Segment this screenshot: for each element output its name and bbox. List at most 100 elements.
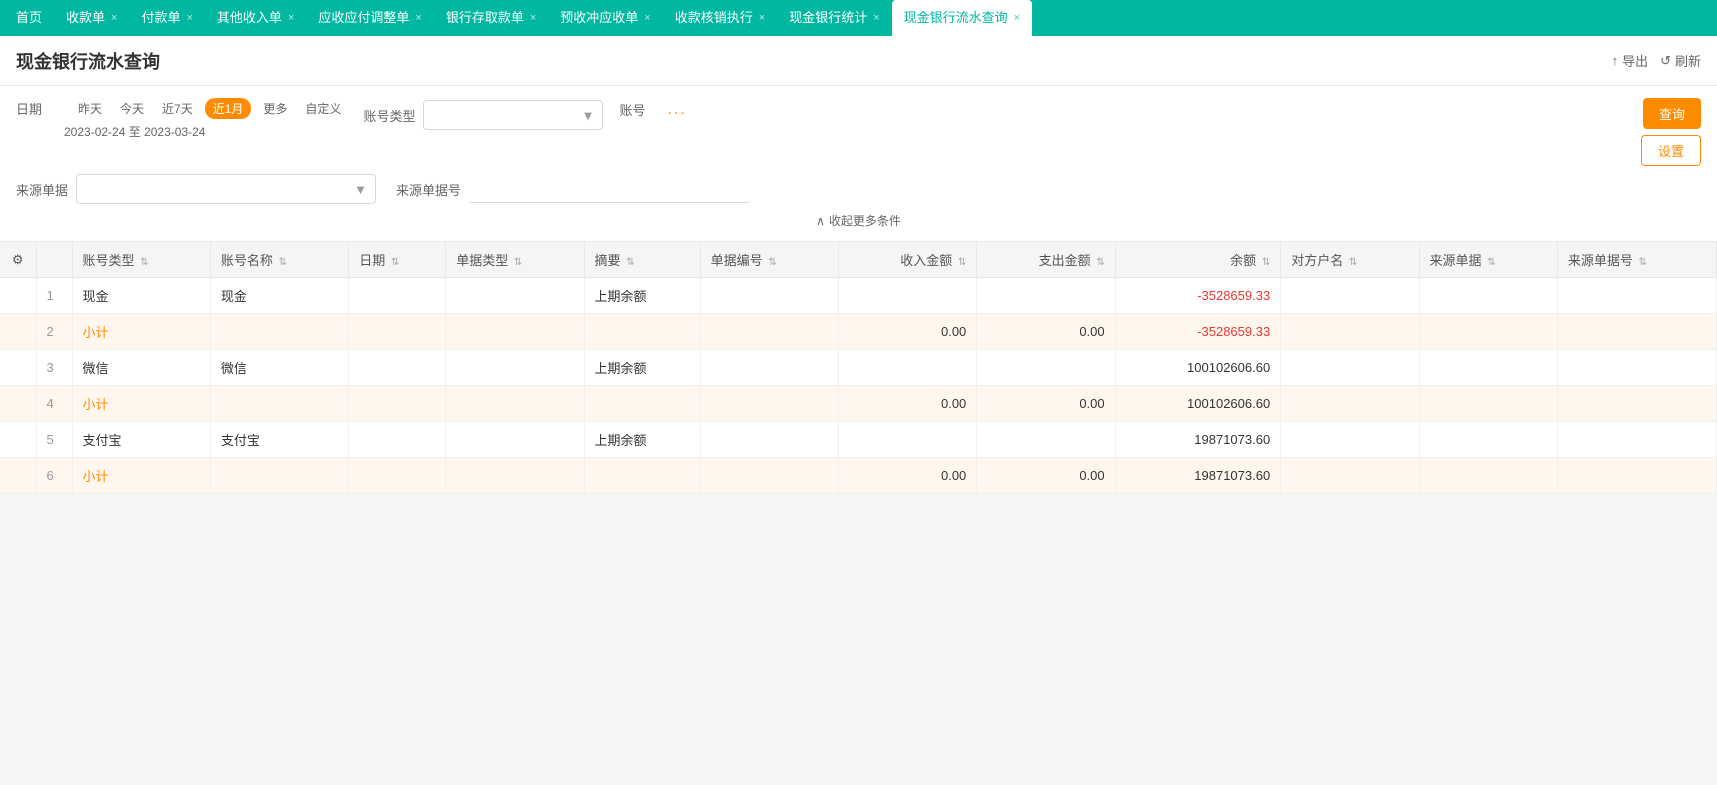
date-shortcuts: 昨天 今天 近7天 近1月 更多 自定义 [72, 98, 347, 119]
row-doc-type-3 [446, 386, 584, 422]
collapse-filter-button[interactable]: ∧ 收起更多条件 [16, 208, 1701, 233]
col-doc-type[interactable]: 单据类型 ⇅ [446, 242, 584, 278]
page-title: 现金银行流水查询 [16, 48, 160, 74]
settings-button[interactable]: 设置 [1641, 135, 1701, 166]
close-payments-icon[interactable]: × [186, 0, 192, 36]
source-doc-no-group: 来源单据号 [396, 175, 749, 203]
close-collection-icon[interactable]: × [759, 0, 765, 36]
col-row-num [36, 242, 72, 278]
nav-other-income[interactable]: 其他收入单 × [205, 0, 306, 36]
nav-advance-offset[interactable]: 预收冲应收单 × [548, 0, 662, 36]
date-range-display: 2023-02-24 至 2023-03-24 [64, 125, 205, 139]
row-counterparty-0 [1281, 278, 1419, 314]
shortcut-last7[interactable]: 近7天 [156, 98, 199, 119]
close-other-income-icon[interactable]: × [288, 0, 294, 36]
col-account-type[interactable]: 账号类型 ⇅ [72, 242, 210, 278]
row-balance-2: 100102606.60 [1115, 350, 1281, 386]
row-doc-no-5 [700, 458, 838, 494]
account-type-label: 账号类型 [363, 106, 415, 125]
shortcut-last1m[interactable]: 近1月 [205, 98, 252, 119]
close-stats-icon[interactable]: × [873, 0, 879, 36]
row-income-0 [838, 278, 976, 314]
nav-receipts[interactable]: 收款单 × [54, 0, 129, 36]
account-more-button[interactable]: ... [667, 101, 686, 119]
nav-payments[interactable]: 付款单 × [129, 0, 204, 36]
table-row: 2 小计 0.00 0.00 -3528659.33 [0, 314, 1717, 350]
shortcut-today[interactable]: 今天 [114, 98, 150, 119]
row-date-1 [349, 314, 446, 350]
row-expense-4 [977, 422, 1115, 458]
col-counterparty[interactable]: 对方户名 ⇅ [1281, 242, 1419, 278]
close-flow-icon[interactable]: × [1014, 0, 1020, 36]
row-balance-3: 100102606.60 [1115, 386, 1281, 422]
row-doc-no-3 [700, 386, 838, 422]
sort-balance-icon: ⇅ [1262, 257, 1270, 268]
sort-account-type-icon: ⇅ [140, 257, 148, 268]
row-income-2 [838, 350, 976, 386]
export-button[interactable]: ↑ 导出 [1612, 51, 1649, 70]
row-gear-2 [0, 350, 36, 386]
col-gear[interactable]: ⚙ [0, 242, 36, 278]
gear-icon[interactable]: ⚙ [12, 252, 24, 267]
table-row: 3 微信 微信 上期余额 100102606.60 [0, 350, 1717, 386]
source-doc-chevron-icon: ▼ [354, 182, 367, 197]
page-header: 现金银行流水查询 ↑ 导出 ↺ 刷新 [0, 36, 1717, 86]
source-doc-select[interactable]: ▼ [76, 174, 376, 204]
close-bank-deposit-icon[interactable]: × [530, 0, 536, 36]
row-income-3: 0.00 [838, 386, 976, 422]
col-date[interactable]: 日期 ⇅ [349, 242, 446, 278]
row-num-0: 1 [36, 278, 72, 314]
close-receipts-icon[interactable]: × [111, 0, 117, 36]
col-account-name[interactable]: 账号名称 ⇅ [210, 242, 348, 278]
row-account-type-3: 小计 [72, 386, 210, 422]
header-actions: ↑ 导出 ↺ 刷新 [1612, 51, 1701, 70]
row-doc-type-1 [446, 314, 584, 350]
shortcut-yesterday[interactable]: 昨天 [72, 98, 108, 119]
row-counterparty-1 [1281, 314, 1419, 350]
row-summary-0: 上期余额 [584, 278, 700, 314]
data-table-container: ⚙ 账号类型 ⇅ 账号名称 ⇅ 日期 ⇅ 单据类型 ⇅ [0, 242, 1717, 494]
sort-counterparty-icon: ⇅ [1349, 257, 1357, 268]
chevron-up-icon: ∧ [816, 214, 825, 228]
col-balance[interactable]: 余额 ⇅ [1115, 242, 1281, 278]
refresh-icon: ↺ [1660, 53, 1671, 69]
row-doc-type-0 [446, 278, 584, 314]
col-source-doc-no[interactable]: 来源单据号 ⇅ [1557, 242, 1716, 278]
account-type-select[interactable]: ▼ [423, 100, 603, 130]
filter-section: 日期 昨天 今天 近7天 近1月 更多 自定义 2023-02-24 至 202… [0, 86, 1717, 242]
row-gear-0 [0, 278, 36, 314]
source-doc-no-input[interactable] [469, 175, 749, 203]
row-gear-3 [0, 386, 36, 422]
sort-source-doc-no-icon: ⇅ [1639, 257, 1647, 268]
col-income[interactable]: 收入金额 ⇅ [838, 242, 976, 278]
close-advance-icon[interactable]: × [644, 0, 650, 36]
col-source-doc[interactable]: 来源单据 ⇅ [1419, 242, 1557, 278]
row-source-doc-5 [1419, 458, 1557, 494]
nav-ar-ap-adjust[interactable]: 应收应付调整单 × [306, 0, 433, 36]
close-ar-ap-icon[interactable]: × [415, 0, 421, 36]
nav-cash-bank-flow[interactable]: 现金银行流水查询 × [892, 0, 1032, 36]
row-account-name-1 [210, 314, 348, 350]
nav-bank-deposit[interactable]: 银行存取款单 × [434, 0, 548, 36]
row-date-4 [349, 422, 446, 458]
row-account-name-3 [210, 386, 348, 422]
sort-date-icon: ⇅ [391, 257, 399, 268]
row-doc-no-0 [700, 278, 838, 314]
right-action-buttons: 查询 设置 [1641, 98, 1701, 166]
shortcut-custom[interactable]: 自定义 [299, 98, 347, 119]
col-expense[interactable]: 支出金额 ⇅ [977, 242, 1115, 278]
sort-summary-icon: ⇅ [626, 257, 634, 268]
col-doc-no[interactable]: 单据编号 ⇅ [700, 242, 838, 278]
row-source-doc-no-2 [1557, 350, 1716, 386]
query-button[interactable]: 查询 [1643, 98, 1701, 129]
row-expense-1: 0.00 [977, 314, 1115, 350]
shortcut-more[interactable]: 更多 [257, 98, 293, 119]
col-summary[interactable]: 摘要 ⇅ [584, 242, 700, 278]
table-row: 1 现金 现金 上期余额 -3528659.33 [0, 278, 1717, 314]
row-date-3 [349, 386, 446, 422]
refresh-button[interactable]: ↺ 刷新 [1660, 51, 1701, 70]
nav-collection-exec[interactable]: 收款核销执行 × [663, 0, 777, 36]
row-expense-2 [977, 350, 1115, 386]
nav-home[interactable]: 首页 [4, 0, 54, 36]
nav-cash-bank-stats[interactable]: 现金银行统计 × [777, 0, 891, 36]
